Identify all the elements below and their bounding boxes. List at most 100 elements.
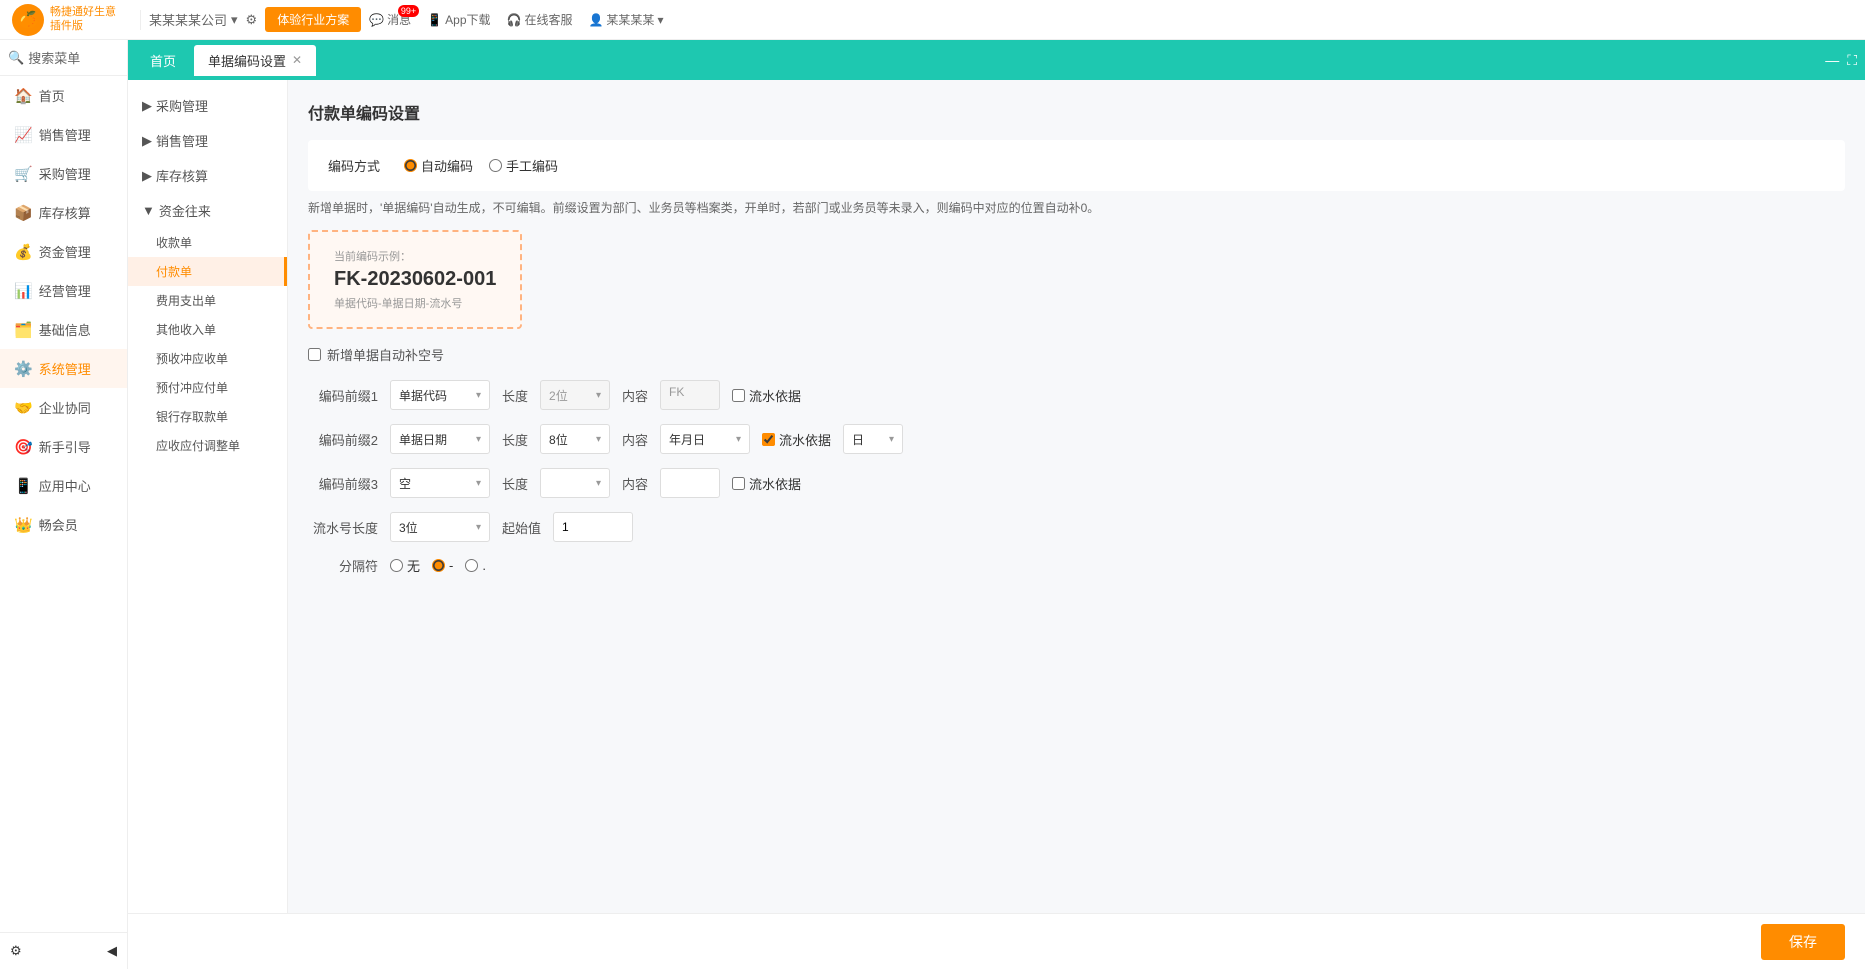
field-2-serial-label: 流水依据 [779,430,831,449]
sidebar-item-inventory[interactable]: 📦 库存核算 [0,193,127,232]
sidebar-search[interactable]: 🔍 搜索菜单 [0,40,127,76]
main-panel: 付款单编码设置 编码方式 自动编码 手工编码 [288,80,1865,913]
sub-sidebar-group-inventory: ▶ 库存核算 [128,158,287,193]
divider [140,10,141,30]
field-2-serial-check: 流水依据 [762,430,831,449]
message-icon: 💬 [369,13,384,27]
sidebar-item-app[interactable]: 📱 应用中心 [0,466,127,505]
start-value-input[interactable] [553,512,633,542]
footer-collapse-icon[interactable]: ◀ [107,943,117,959]
sub-sidebar-expense[interactable]: 费用支出单 [128,286,287,315]
auto-fill-checkbox[interactable] [308,348,321,361]
field-1-content-input[interactable]: FK [660,380,720,410]
sales-icon: 📈 [14,126,33,144]
field-row-2: 编码前缀2 单据日期 ▾ 长度 8位 ▾ 内容 年月日 ▾ [308,424,1845,454]
sub-sidebar-adjust[interactable]: 应收应付调整单 [128,431,287,460]
footer-settings-icon[interactable]: ⚙ [10,943,22,959]
chevron-down-icon-capital: ▼ [142,203,155,218]
serial-length-select[interactable]: 3位 ▾ [390,512,490,542]
field-1-select[interactable]: 单据代码 ▾ [390,380,490,410]
field-3-select[interactable]: 空 ▾ [390,468,490,498]
field-3-content-label: 内容 [622,474,648,493]
sidebar-item-guide[interactable]: 🎯 新手引导 [0,427,127,466]
sidebar-item-operations[interactable]: 📊 经营管理 [0,271,127,310]
sidebar-item-sales[interactable]: 📈 销售管理 [0,115,127,154]
field-row-1: 编码前缀1 单据代码 ▾ 长度 2位 ▾ 内容 FK 流水依据 [308,380,1845,410]
sub-sidebar-bank[interactable]: 银行存取款单 [128,402,287,431]
sub-sidebar-prepay-pay[interactable]: 预付冲应付单 [128,373,287,402]
message-btn[interactable]: 💬 消息 99+ [369,11,411,28]
user-icon: 👤 [588,13,603,27]
download-btn[interactable]: 📱 App下载 [427,11,490,28]
tab-close-icon[interactable]: ✕ [292,53,302,67]
sidebar-item-finance[interactable]: 💰 资金管理 [0,232,127,271]
purchase-icon: 🛒 [14,165,33,183]
sub-sidebar-header-capital[interactable]: ▼ 资金往来 [128,193,287,228]
user-menu[interactable]: 👤 某某某某 ▾ [588,11,663,28]
workspace-selector[interactable]: 某某某某公司 ▾ [149,10,238,29]
field-3-serial-checkbox[interactable] [732,477,745,490]
manual-encoding-radio[interactable] [489,159,502,172]
sep-dash-option[interactable]: - [432,558,453,573]
minimize-icon[interactable]: — [1825,52,1839,68]
chevron-right-icon-sales: ▶ [142,133,152,149]
tab-bar-actions: — ⛶ [1825,52,1857,69]
sep-dash-radio[interactable] [432,559,445,572]
sub-sidebar-header-sales[interactable]: ▶ 销售管理 [128,123,287,158]
sidebar-item-purchase[interactable]: 🛒 采购管理 [0,154,127,193]
field-1-serial-checkbox[interactable] [732,389,745,402]
preview-box: 当前编码示例： FK-20230602-001 单据代码-单据日期-流水号 [308,230,522,329]
system-icon: ⚙️ [14,360,33,378]
field-2-label: 编码前缀2 [308,430,378,449]
sub-sidebar-header-inventory[interactable]: ▶ 库存核算 [128,158,287,193]
sidebar-item-member[interactable]: 👑 畅会员 [0,505,127,544]
field-2-length-select[interactable]: 8位 ▾ [540,424,610,454]
field-1-length-label: 长度 [502,386,528,405]
field-3-content-input[interactable] [660,468,720,498]
sep-none-option[interactable]: 无 [390,556,420,575]
sep-dot-radio[interactable] [465,559,478,572]
separator-label: 分隔符 [308,556,378,575]
sub-sidebar-header-purchase[interactable]: ▶ 采购管理 [128,88,287,123]
auto-encoding-option[interactable]: 自动编码 [404,156,473,175]
expand-icon[interactable]: ⛶ [1847,52,1857,69]
serial-length-label: 流水号长度 [308,518,378,537]
sub-sidebar-group-purchase: ▶ 采购管理 [128,88,287,123]
sep-dot-option[interactable]: . [465,558,486,573]
field-2-select[interactable]: 单据日期 ▾ [390,424,490,454]
tab-encoding[interactable]: 单据编码设置 ✕ [194,45,316,76]
field-2-serial-unit-select[interactable]: 日 ▾ [843,424,903,454]
sub-sidebar-prepay-recv[interactable]: 预收冲应收单 [128,344,287,373]
sub-sidebar-other-income[interactable]: 其他收入单 [128,315,287,344]
field-3-length-select[interactable]: ▾ [540,468,610,498]
sub-sidebar-group-capital: ▼ 资金往来 收款单 付款单 费用支出单 其他收入单 预收冲应收单 预付冲应付单… [128,193,287,460]
auto-fill-label: 新增单据自动补空号 [327,345,444,364]
member-icon: 👑 [14,516,33,534]
sub-sidebar-payment[interactable]: 付款单 [128,257,287,286]
manual-encoding-option[interactable]: 手工编码 [489,156,558,175]
message-badge: 99+ [398,5,419,17]
tab-home[interactable]: 首页 [136,45,190,76]
preview-desc: 单据代码-单据日期-流水号 [334,295,496,311]
field-1-serial-label: 流水依据 [749,386,801,405]
inventory-icon: 📦 [14,204,33,222]
field-2-content-select[interactable]: 年月日 ▾ [660,424,750,454]
chevron-down-icon-sl: ▾ [476,522,481,533]
sidebar-item-basic[interactable]: 🗂️ 基础信息 [0,310,127,349]
encoding-method-group: 编码方式 自动编码 手工编码 [328,156,1825,175]
field-1-length-select[interactable]: 2位 ▾ [540,380,610,410]
sidebar-item-home[interactable]: 🏠 首页 [0,76,127,115]
service-btn[interactable]: 🎧 在线客服 [507,11,573,28]
sidebar-item-system[interactable]: ⚙️ 系统管理 [0,349,127,388]
sep-none-radio[interactable] [390,559,403,572]
chevron-down-icon-f2l: ▾ [596,434,601,445]
basic-icon: 🗂️ [14,321,33,339]
sub-sidebar-receipt[interactable]: 收款单 [128,228,287,257]
sidebar-item-enterprise[interactable]: 🤝 企业协同 [0,388,127,427]
brand-icon: 🍊 [12,4,44,36]
field-2-serial-checkbox[interactable] [762,433,775,446]
trial-btn[interactable]: 体验行业方案 [265,7,361,32]
auto-encoding-radio[interactable] [404,159,417,172]
save-button[interactable]: 保存 [1761,924,1845,960]
settings-icon[interactable]: ⚙ [246,12,258,28]
